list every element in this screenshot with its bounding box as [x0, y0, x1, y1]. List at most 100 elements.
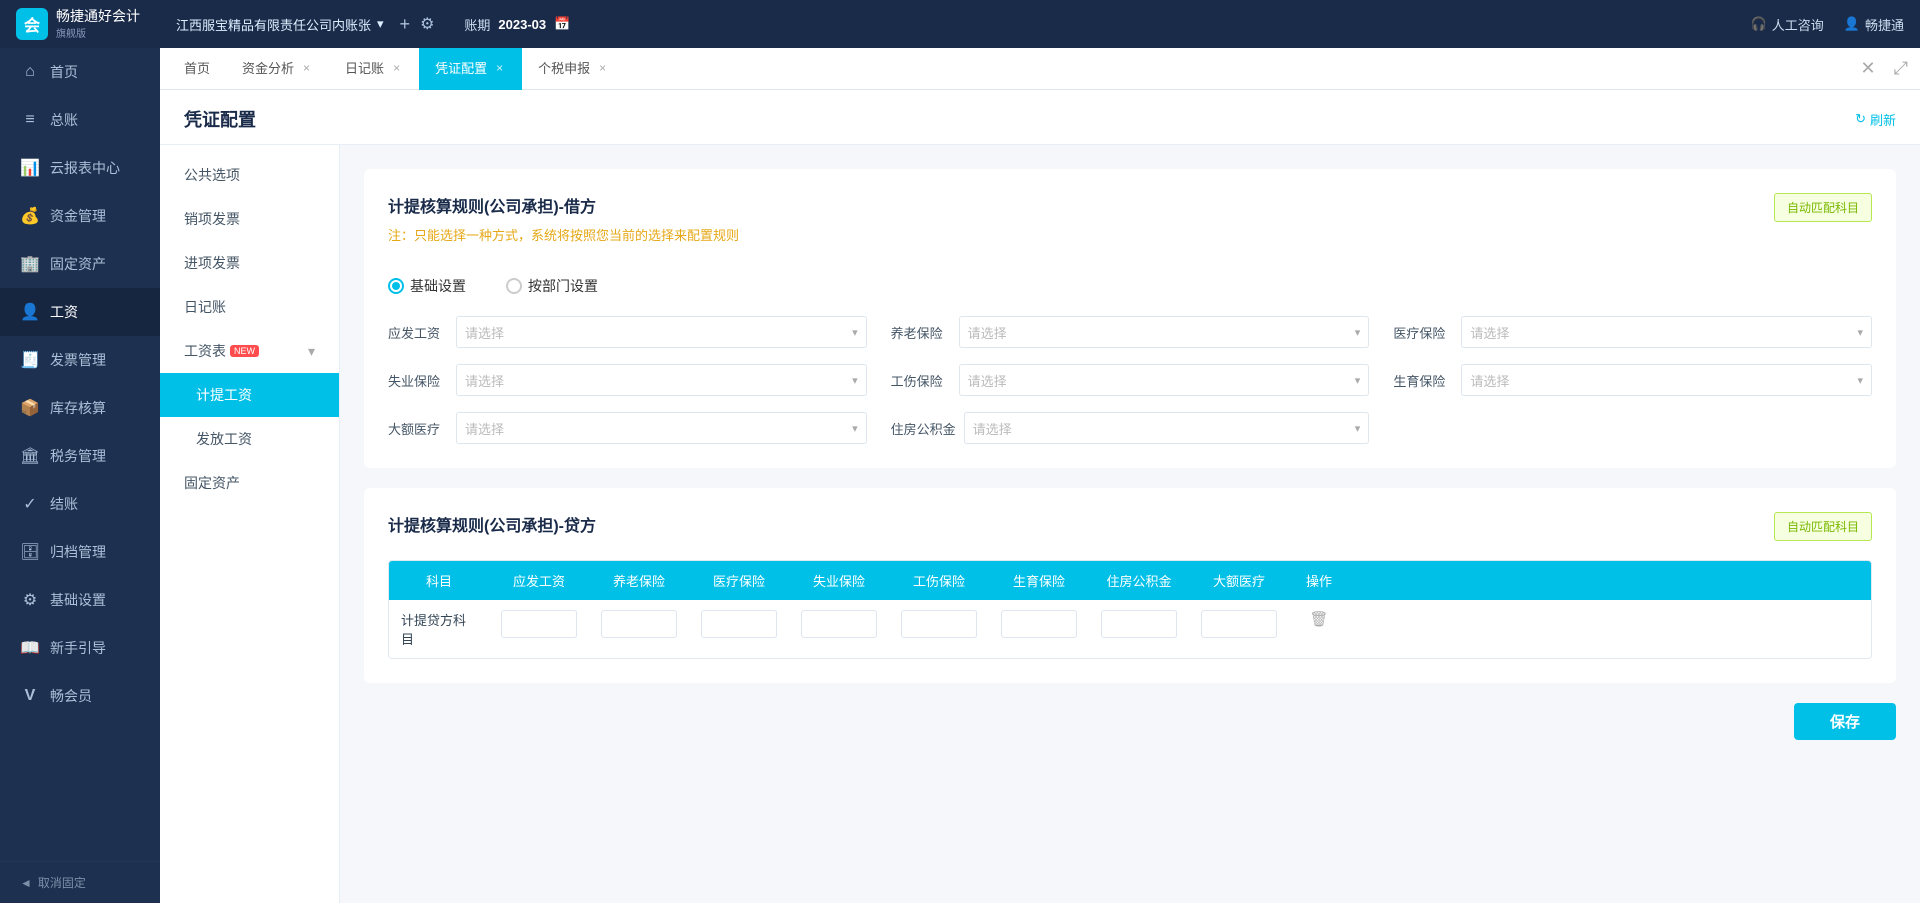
tab-voucher[interactable]: 凭证配置 × — [419, 48, 522, 90]
radio-basic-dot — [392, 282, 400, 290]
app-name: 畅捷通好会计 — [56, 8, 140, 25]
td-daem[interactable] — [1189, 600, 1289, 658]
sidebar-item-guide[interactable]: 📖 新手引导 — [0, 624, 160, 672]
select-daem[interactable]: 请选择 ▾ — [456, 412, 867, 444]
ledger-icon: ≡ — [20, 111, 40, 129]
calendar-icon[interactable]: 📅 — [554, 16, 570, 32]
left-nav-pay-salary[interactable]: 发放工资 — [160, 417, 339, 461]
content-area: 首页 资金分析 × 日记账 × 凭证配置 × 个税申报 × ✕ ⤢ — [160, 48, 1920, 903]
tab-funds[interactable]: 资金分析 × — [226, 48, 329, 90]
td-shengyu[interactable] — [989, 600, 1089, 658]
left-nav-purchase-invoice[interactable]: 进项发票 — [160, 241, 339, 285]
input-shengyu[interactable] — [1001, 610, 1077, 638]
input-gongshang[interactable] — [901, 610, 977, 638]
td-yingfa[interactable] — [489, 600, 589, 658]
left-nav-public[interactable]: 公共选项 — [160, 153, 339, 197]
select-shengyu[interactable]: 请选择 ▾ — [1461, 364, 1872, 396]
new-badge: NEW — [230, 345, 259, 357]
label-yanglao: 养老保险 — [891, 323, 951, 342]
sidebar-item-tax[interactable]: 🏛 税务管理 — [0, 432, 160, 480]
td-label: 计提贷方科目 — [389, 600, 489, 658]
tab-home[interactable]: 首页 — [168, 48, 226, 90]
sidebar-item-vip[interactable]: V 畅会员 — [0, 672, 160, 720]
td-gjj[interactable] — [1089, 600, 1189, 658]
select-yiliao[interactable]: 请选择 ▾ — [1461, 316, 1872, 348]
tab-close-all-btn[interactable]: ✕ — [1857, 54, 1880, 83]
delete-icon[interactable]: 🗑 — [1309, 611, 1328, 628]
radio-basic-circle — [388, 278, 404, 294]
radio-basic[interactable]: 基础设置 — [388, 276, 466, 296]
input-yingfa[interactable] — [501, 610, 577, 638]
label-daem: 大额医疗 — [388, 419, 448, 438]
select-gjj[interactable]: 请选择 ▾ — [964, 412, 1370, 444]
home-icon: ⌂ — [20, 63, 40, 81]
input-shiye[interactable] — [801, 610, 877, 638]
radio-group: 基础设置 按部门设置 — [388, 276, 1872, 296]
select-gongshang[interactable]: 请选择 ▾ — [959, 364, 1370, 396]
left-nav-journal[interactable]: 日记账 — [160, 285, 339, 329]
td-delete[interactable]: 🗑 — [1289, 600, 1349, 658]
select-yanglao[interactable]: 请选择 ▾ — [959, 316, 1370, 348]
left-nav-accrual[interactable]: 计提工资 — [160, 373, 339, 417]
radio-dept[interactable]: 按部门设置 — [506, 276, 598, 296]
label-shiye: 失业保险 — [388, 371, 448, 390]
tab-maximize-btn[interactable]: ⤢ — [1890, 54, 1912, 83]
sidebar-item-label: 总账 — [50, 110, 78, 130]
refresh-button[interactable]: ↻ 刷新 — [1855, 110, 1896, 129]
tab-tax-close[interactable]: × — [596, 60, 609, 76]
left-nav-sales-invoice[interactable]: 销项发票 — [160, 197, 339, 241]
input-gjj[interactable] — [1101, 610, 1177, 638]
close-icon: ✓ — [20, 494, 40, 514]
th-action: 操作 — [1289, 561, 1349, 600]
input-yiliao[interactable] — [701, 610, 777, 638]
logo-icon: 会 — [16, 8, 48, 40]
sidebar-item-assets[interactable]: 🏢 固定资产 — [0, 240, 160, 288]
save-button[interactable]: 保存 — [1794, 703, 1896, 740]
cancel-fixed-btn[interactable]: ◄ 取消固定 — [0, 861, 160, 903]
th-subject: 科目 — [389, 561, 489, 600]
td-gongshang[interactable] — [889, 600, 989, 658]
td-yiliao[interactable] — [689, 600, 789, 658]
credit-table: 科目 应发工资 养老保险 医疗保险 失业保险 工伤保险 生育保险 住房公积金 大… — [388, 560, 1872, 659]
th-daem: 大额医疗 — [1189, 561, 1289, 600]
left-nav-fixed-assets[interactable]: 固定资产 — [160, 461, 339, 505]
credit-auto-match-btn[interactable]: 自动匹配科目 — [1774, 512, 1872, 541]
tab-journal[interactable]: 日记账 × — [329, 48, 419, 90]
sidebar-item-home[interactable]: ⌂ 首页 — [0, 48, 160, 96]
tab-funds-close[interactable]: × — [300, 60, 313, 76]
sidebar-item-invoice[interactable]: 🧾 发票管理 — [0, 336, 160, 384]
sidebar-item-salary[interactable]: 👤 工资 — [0, 288, 160, 336]
sidebar-item-close[interactable]: ✓ 结账 — [0, 480, 160, 528]
select-shiye[interactable]: 请选择 ▾ — [456, 364, 867, 396]
debit-auto-match-btn[interactable]: 自动匹配科目 — [1774, 193, 1872, 222]
left-nav-salary-table[interactable]: 工资表 NEW ▾ — [160, 329, 339, 373]
th-gongshang: 工伤保险 — [889, 561, 989, 600]
sidebar-item-label: 新手引导 — [50, 638, 106, 658]
td-yanglao[interactable] — [589, 600, 689, 658]
sidebar-item-ledger[interactable]: ≡ 总账 — [0, 96, 160, 144]
input-daem[interactable] — [1201, 610, 1277, 638]
sidebar-item-inventory[interactable]: 📦 库存核算 — [0, 384, 160, 432]
tab-journal-close[interactable]: × — [390, 60, 403, 76]
form-row-gongshang: 工伤保险 请选择 ▾ — [891, 364, 1370, 396]
save-row: 保存 — [364, 703, 1896, 740]
td-shiye[interactable] — [789, 600, 889, 658]
tab-voucher-close[interactable]: × — [493, 60, 506, 76]
sidebar-item-funds[interactable]: 💰 资金管理 — [0, 192, 160, 240]
input-yanglao[interactable] — [601, 610, 677, 638]
settings-button[interactable]: ⚙ — [420, 14, 434, 34]
sidebar-item-settings[interactable]: ⚙ 基础设置 — [0, 576, 160, 624]
debit-section-header: 计提核算规则(公司承担)-借方 注：只能选择一种方式，系统将按照您当前的选择来配… — [388, 193, 1872, 260]
company-selector[interactable]: 江西服宝精品有限责任公司内账张 ▾ — [176, 15, 384, 34]
user-menu[interactable]: 👤 畅捷通 — [1844, 15, 1904, 34]
sidebar-item-reports[interactable]: 📊 云报表中心 — [0, 144, 160, 192]
sidebar-item-archive[interactable]: 🗄 归档管理 — [0, 528, 160, 576]
assets-icon: 🏢 — [20, 254, 40, 274]
human-service-btn[interactable]: 🎧 人工咨询 — [1751, 15, 1824, 34]
sidebar-item-label: 结账 — [50, 494, 78, 514]
select-yingfa[interactable]: 请选择 ▾ — [456, 316, 867, 348]
settings-icon: ⚙ — [20, 590, 40, 610]
add-button[interactable]: + — [400, 14, 411, 35]
tab-tax[interactable]: 个税申报 × — [522, 48, 625, 90]
sidebar-item-label: 畅会员 — [50, 686, 92, 706]
